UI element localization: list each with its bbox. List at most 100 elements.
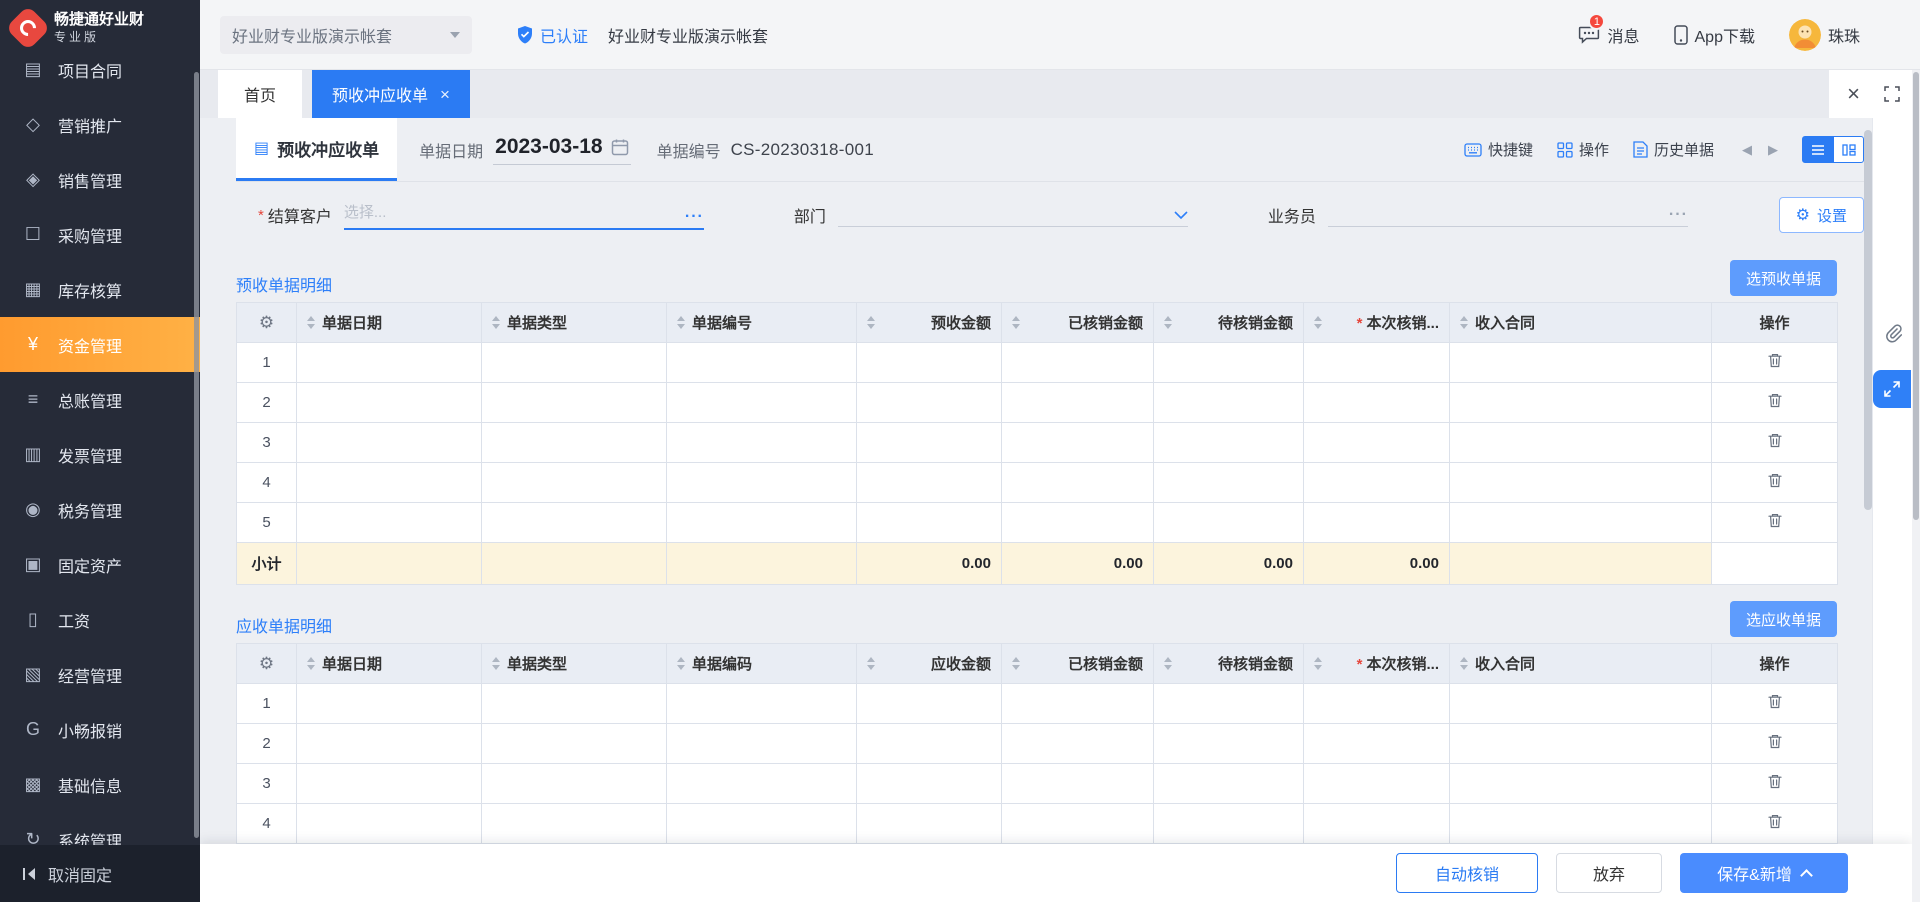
sidebar-item-tax[interactable]: ◉ 税务管理 bbox=[0, 482, 200, 537]
empty-cell[interactable] bbox=[481, 763, 667, 804]
content-scrollbar[interactable] bbox=[1864, 122, 1872, 838]
empty-cell[interactable] bbox=[856, 803, 1002, 844]
sidebar-item-purchase[interactable]: ☐ 采购管理 bbox=[0, 207, 200, 262]
empty-cell[interactable] bbox=[1001, 683, 1154, 724]
empty-cell[interactable] bbox=[856, 422, 1002, 463]
empty-cell[interactable] bbox=[1153, 462, 1304, 503]
sidebar-item-reimburse[interactable]: G 小畅报销 bbox=[0, 702, 200, 757]
column-header[interactable]: 单据编码 bbox=[666, 643, 857, 684]
prev-record-icon[interactable]: ◀ bbox=[1742, 142, 1752, 158]
column-header[interactable]: 应收金额 bbox=[856, 643, 1002, 684]
empty-cell[interactable] bbox=[856, 683, 1002, 724]
empty-cell[interactable] bbox=[481, 422, 667, 463]
sort-icon[interactable] bbox=[492, 657, 500, 670]
row-actions-cell[interactable] bbox=[1711, 342, 1838, 383]
empty-cell[interactable] bbox=[1449, 723, 1712, 764]
sidebar-item-sales[interactable]: ◈ 销售管理 bbox=[0, 152, 200, 207]
sort-icon[interactable] bbox=[1164, 316, 1172, 329]
fullscreen-icon[interactable] bbox=[1884, 86, 1900, 102]
row-actions-cell[interactable] bbox=[1711, 462, 1838, 503]
empty-cell[interactable] bbox=[666, 502, 857, 543]
column-header[interactable]: * 本次核销... bbox=[1303, 643, 1450, 684]
page-scrollbar-thumb[interactable] bbox=[1913, 72, 1919, 520]
empty-cell[interactable] bbox=[666, 683, 857, 724]
tab-home[interactable]: 首页 bbox=[218, 70, 303, 118]
column-header[interactable]: * 本次核销... bbox=[1303, 302, 1450, 343]
select-receivable-docs-button[interactable]: 选应收单据 bbox=[1729, 601, 1837, 637]
empty-cell[interactable] bbox=[1001, 422, 1154, 463]
empty-cell[interactable] bbox=[1001, 342, 1154, 383]
empty-cell[interactable] bbox=[666, 803, 857, 844]
delete-row-icon[interactable] bbox=[1767, 733, 1783, 754]
empty-cell[interactable] bbox=[856, 382, 1002, 423]
empty-cell[interactable] bbox=[1001, 382, 1154, 423]
sidebar-item-marketing[interactable]: ◇ 营销推广 bbox=[0, 97, 200, 152]
delete-row-icon[interactable] bbox=[1767, 693, 1783, 714]
page-scrollbar[interactable] bbox=[1912, 70, 1920, 902]
save-and-new-button[interactable]: 保存&新增 bbox=[1680, 853, 1848, 893]
sort-icon[interactable] bbox=[1012, 657, 1020, 670]
empty-cell[interactable] bbox=[856, 723, 1002, 764]
sidebar-item-system[interactable]: ↻ 系统管理 bbox=[0, 812, 200, 845]
column-header[interactable]: 单据类型 bbox=[481, 643, 667, 684]
sidebar-item-invoice[interactable]: ▥ 发票管理 bbox=[0, 427, 200, 482]
column-header[interactable]: 已核销金额 bbox=[1001, 643, 1154, 684]
delete-row-icon[interactable] bbox=[1767, 512, 1783, 533]
list-view-button[interactable] bbox=[1802, 136, 1833, 163]
account-set-dropdown[interactable]: 好业财专业版演示帐套 bbox=[220, 15, 472, 54]
salesman-picker-icon[interactable]: ··· bbox=[1669, 207, 1688, 222]
empty-cell[interactable] bbox=[666, 422, 857, 463]
sidebar-item-fixed-assets[interactable]: ▣ 固定资产 bbox=[0, 537, 200, 592]
customer-input[interactable]: 选择... ··· bbox=[343, 201, 704, 230]
messages-button[interactable]: 1 消息 bbox=[1578, 12, 1640, 47]
department-select[interactable] bbox=[837, 203, 1188, 227]
column-header[interactable]: 预收金额 bbox=[856, 302, 1002, 343]
column-header[interactable]: 操作 bbox=[1711, 302, 1838, 343]
column-header[interactable]: 收入合同 bbox=[1449, 302, 1712, 343]
empty-cell[interactable] bbox=[1001, 803, 1154, 844]
sort-icon[interactable] bbox=[1314, 657, 1322, 670]
delete-row-icon[interactable] bbox=[1767, 813, 1783, 834]
empty-cell[interactable] bbox=[666, 462, 857, 503]
department-chevron-icon[interactable] bbox=[1174, 211, 1188, 220]
sort-icon[interactable] bbox=[307, 316, 315, 329]
empty-cell[interactable] bbox=[481, 683, 667, 724]
salesman-input[interactable]: ··· bbox=[1327, 203, 1688, 227]
discard-button[interactable]: 放弃 bbox=[1556, 853, 1662, 893]
tab-close-icon[interactable]: × bbox=[440, 86, 450, 103]
empty-cell[interactable] bbox=[666, 723, 857, 764]
empty-cell[interactable] bbox=[481, 382, 667, 423]
card-view-button[interactable] bbox=[1833, 136, 1864, 163]
column-header[interactable]: 待核销金额 bbox=[1153, 302, 1304, 343]
delete-row-icon[interactable] bbox=[1767, 472, 1783, 493]
empty-cell[interactable] bbox=[481, 502, 667, 543]
empty-cell[interactable] bbox=[1153, 422, 1304, 463]
column-header[interactable]: 待核销金额 bbox=[1153, 643, 1304, 684]
select-prepaid-docs-button[interactable]: 选预收单据 bbox=[1729, 260, 1837, 296]
column-config-header[interactable]: ⚙ bbox=[236, 302, 297, 343]
tab-prepaid-writeoff[interactable]: 预收冲应收单 × bbox=[312, 70, 470, 118]
sort-icon[interactable] bbox=[1164, 657, 1172, 670]
delete-row-icon[interactable] bbox=[1767, 432, 1783, 453]
sort-icon[interactable] bbox=[492, 316, 500, 329]
empty-cell[interactable] bbox=[1001, 723, 1154, 764]
empty-cell[interactable] bbox=[1153, 342, 1304, 383]
empty-cell[interactable] bbox=[1449, 803, 1712, 844]
empty-cell[interactable] bbox=[296, 683, 482, 724]
sort-icon[interactable] bbox=[307, 657, 315, 670]
empty-cell[interactable] bbox=[856, 462, 1002, 503]
sidebar-item-base-info[interactable]: ▩ 基础信息 bbox=[0, 757, 200, 812]
column-header[interactable]: 已核销金额 bbox=[1001, 302, 1154, 343]
date-picker[interactable]: 2023-03-18 bbox=[493, 135, 631, 165]
history-button[interactable]: 历史单据 bbox=[1633, 139, 1714, 160]
empty-cell[interactable] bbox=[1303, 462, 1450, 503]
actions-button[interactable]: 操作 bbox=[1557, 139, 1609, 160]
empty-cell[interactable] bbox=[1449, 502, 1712, 543]
empty-cell[interactable] bbox=[856, 502, 1002, 543]
empty-cell[interactable] bbox=[1001, 462, 1154, 503]
sort-icon[interactable] bbox=[1460, 657, 1468, 670]
sort-icon[interactable] bbox=[677, 657, 685, 670]
empty-cell[interactable] bbox=[856, 342, 1002, 383]
sidebar-item-project-contract[interactable]: ▤ 项目合同 bbox=[0, 42, 200, 97]
sidebar-item-funds[interactable]: ¥ 资金管理 bbox=[0, 317, 200, 372]
